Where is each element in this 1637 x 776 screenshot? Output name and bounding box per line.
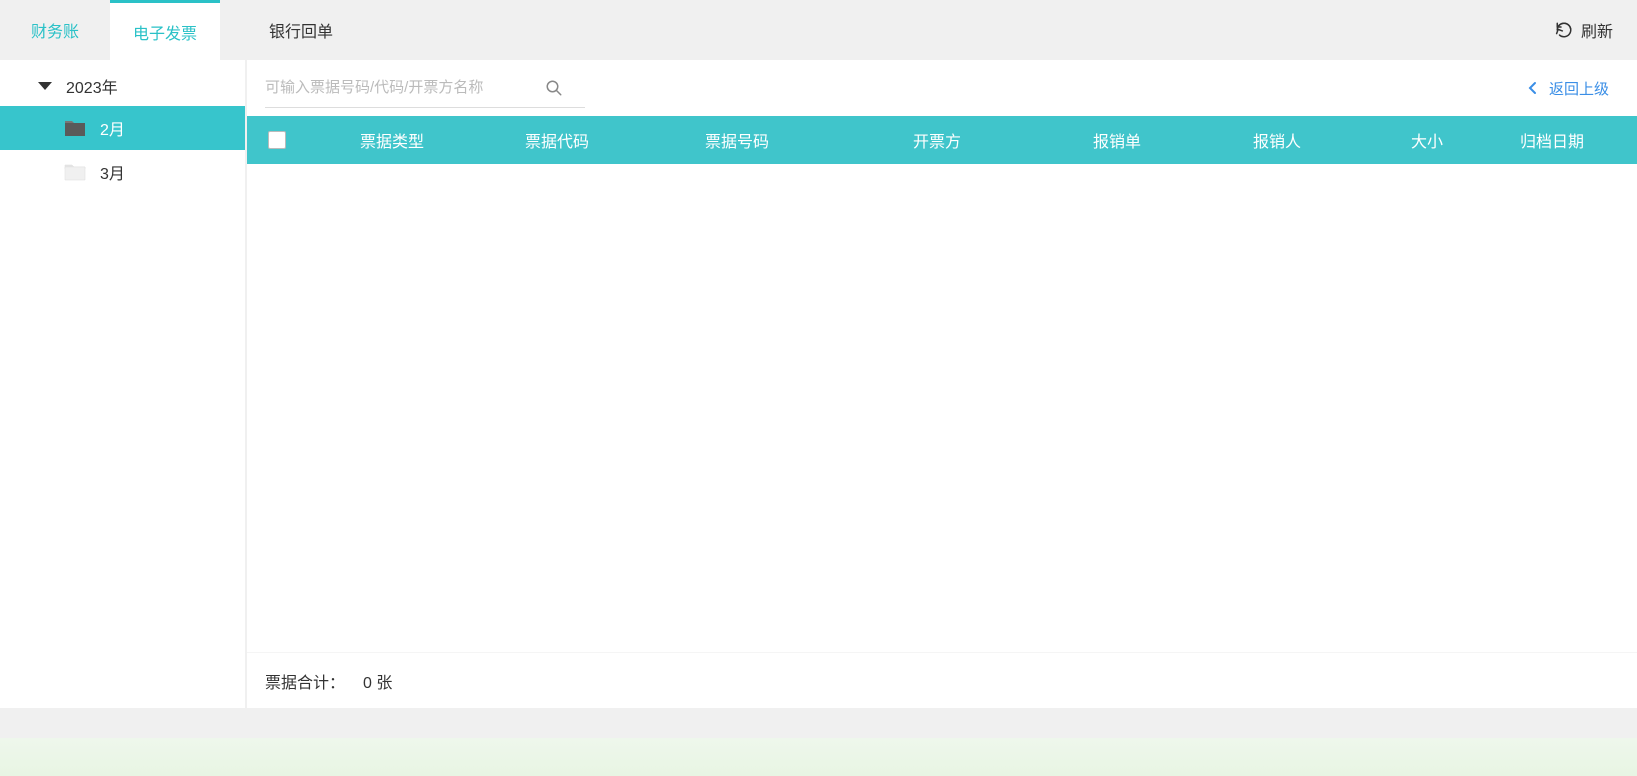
caret-down-icon — [38, 82, 52, 90]
footer-label: 票据合计： — [265, 669, 345, 693]
refresh-label: 刷新 — [1581, 18, 1613, 42]
tab-bank-label: 银行回单 — [269, 18, 333, 42]
search-box — [265, 68, 585, 108]
th-reimb: 报销单 — [1037, 128, 1197, 152]
folder-icon — [64, 163, 86, 181]
folder-icon — [64, 119, 86, 137]
content-area: 返回上级 票据类型 票据代码 票据号码 开票方 报销单 报销人 大小 归档日期 — [247, 60, 1637, 708]
table-body — [247, 164, 1637, 652]
search-row: 返回上级 — [247, 60, 1637, 116]
tree-year-node[interactable]: 2023年 — [0, 66, 245, 106]
tree-item-label: 2月 — [100, 116, 125, 140]
tab-einvoice[interactable]: 电子发票 — [110, 0, 220, 60]
th-person: 报销人 — [1197, 128, 1357, 152]
right-topbar: 银行回单 刷新 — [247, 0, 1637, 60]
tab-bank[interactable]: 银行回单 — [247, 0, 355, 60]
search-input[interactable] — [265, 79, 545, 96]
tab-finance[interactable]: 财务账 — [0, 0, 110, 60]
footer-row: 票据合计： 0 张 — [247, 652, 1637, 708]
footer-count: 0 张 — [363, 669, 392, 693]
refresh-button[interactable]: 刷新 — [1555, 18, 1613, 42]
bottom-green-bar — [0, 738, 1637, 776]
tab-finance-label: 财务账 — [31, 18, 79, 42]
left-panel: 财务账 电子发票 2023年 — [0, 0, 245, 708]
bottom-strip — [0, 708, 1637, 776]
th-date: 归档日期 — [1497, 128, 1637, 152]
th-checkbox-cell — [247, 131, 307, 149]
chevron-left-icon — [1527, 81, 1539, 95]
search-icon[interactable] — [545, 79, 563, 97]
tree-year-label: 2023年 — [66, 74, 118, 98]
tree-item-mar[interactable]: 3月 — [0, 150, 245, 194]
th-num: 票据号码 — [637, 128, 837, 152]
select-all-checkbox[interactable] — [268, 131, 286, 149]
tab-einvoice-label: 电子发票 — [133, 20, 197, 44]
th-code: 票据代码 — [477, 128, 637, 152]
folder-tree: 2023年 2月 — [0, 60, 245, 708]
right-panel: 银行回单 刷新 — [245, 0, 1637, 708]
tree-item-label: 3月 — [100, 160, 125, 184]
th-type: 票据类型 — [307, 128, 477, 152]
refresh-icon — [1555, 21, 1573, 39]
back-link-label: 返回上级 — [1549, 78, 1609, 99]
tabs-row: 财务账 电子发票 — [0, 0, 245, 60]
table-header: 票据类型 票据代码 票据号码 开票方 报销单 报销人 大小 归档日期 — [247, 116, 1637, 164]
th-size: 大小 — [1357, 128, 1497, 152]
back-link[interactable]: 返回上级 — [1527, 78, 1609, 99]
tree-item-feb[interactable]: 2月 — [0, 106, 245, 150]
th-party: 开票方 — [837, 128, 1037, 152]
